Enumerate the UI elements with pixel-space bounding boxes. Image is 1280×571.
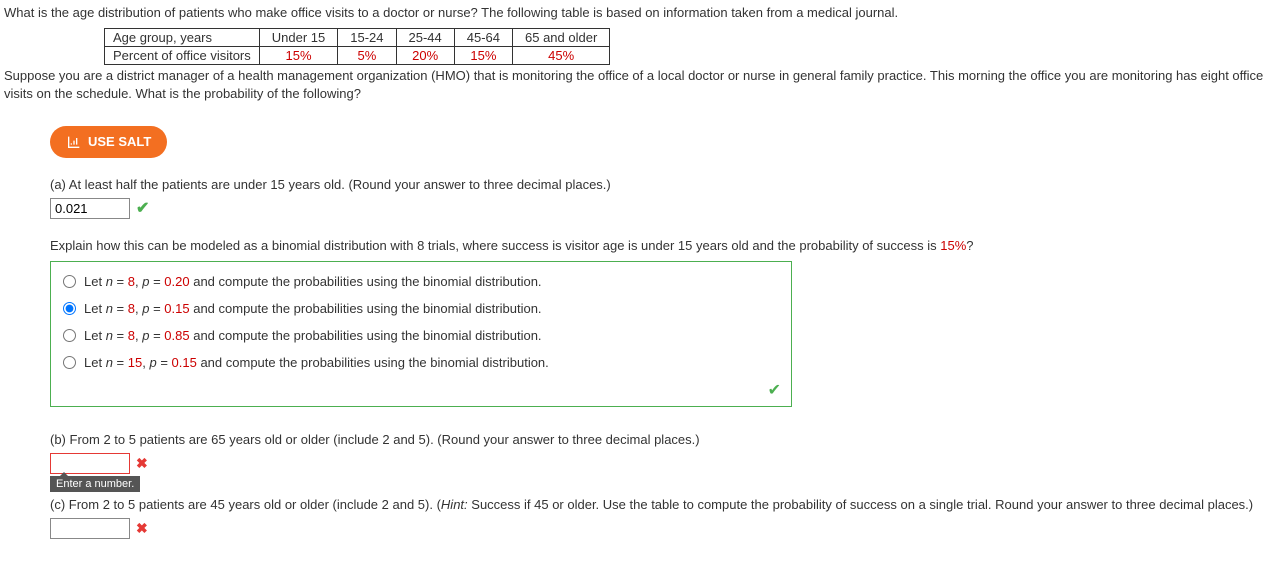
table-cell: 15% <box>454 47 512 65</box>
part-b-tooltip: Enter a number. <box>50 476 140 492</box>
option-text: Let n = 8, p = 0.85 and compute the prob… <box>84 328 542 343</box>
table-cell: 45% <box>513 47 610 65</box>
table-cell: 25-44 <box>396 29 454 47</box>
part-c-input[interactable] <box>50 518 130 539</box>
intro-text-1: What is the age distribution of patients… <box>4 4 1276 22</box>
multiple-choice-box: Let n = 8, p = 0.20 and compute the prob… <box>50 261 792 407</box>
part-c-question: (c) From 2 to 5 patients are 45 years ol… <box>50 496 1276 514</box>
age-distribution-table: Age group, years Under 15 15-24 25-44 45… <box>104 28 610 65</box>
part-b-answer-row: ✖ <box>50 453 1276 474</box>
row-header: Percent of office visitors <box>105 47 260 65</box>
table-cell: 5% <box>338 47 396 65</box>
option-text: Let n = 8, p = 0.20 and compute the prob… <box>84 274 542 289</box>
explain-suffix: ? <box>966 238 973 253</box>
explain-pct: 15% <box>940 238 966 253</box>
chart-icon <box>66 134 82 150</box>
mc-option-1[interactable]: Let n = 8, p = 0.20 and compute the prob… <box>51 268 791 295</box>
table-row: Percent of office visitors 15% 5% 20% 15… <box>105 47 610 65</box>
mc-option-2[interactable]: Let n = 8, p = 0.15 and compute the prob… <box>51 295 791 322</box>
explain-question: Explain how this can be modeled as a bin… <box>50 237 1276 255</box>
x-icon: ✖ <box>136 520 148 537</box>
radio-3[interactable] <box>63 329 76 342</box>
mc-option-3[interactable]: Let n = 8, p = 0.85 and compute the prob… <box>51 322 791 349</box>
explain-prefix: Explain how this can be modeled as a bin… <box>50 238 940 253</box>
intro-text-2: Suppose you are a district manager of a … <box>4 67 1276 103</box>
radio-1[interactable] <box>63 275 76 288</box>
check-icon: ✔ <box>136 198 149 218</box>
mc-check-icon: ✔ <box>51 376 791 400</box>
table-cell: 20% <box>396 47 454 65</box>
x-icon: ✖ <box>136 455 148 472</box>
part-a-answer-row: ✔ <box>50 198 1276 219</box>
option-text: Let n = 15, p = 0.15 and compute the pro… <box>84 355 549 370</box>
table-cell: 15-24 <box>338 29 396 47</box>
row-header: Age group, years <box>105 29 260 47</box>
table-cell: 65 and older <box>513 29 610 47</box>
table-row: Age group, years Under 15 15-24 25-44 45… <box>105 29 610 47</box>
part-a-input[interactable] <box>50 198 130 219</box>
radio-4[interactable] <box>63 356 76 369</box>
option-text: Let n = 8, p = 0.15 and compute the prob… <box>84 301 542 316</box>
table-cell: Under 15 <box>259 29 337 47</box>
table-cell: 45-64 <box>454 29 512 47</box>
part-b-question: (b) From 2 to 5 patients are 65 years ol… <box>50 431 1276 449</box>
mc-option-4[interactable]: Let n = 15, p = 0.15 and compute the pro… <box>51 349 791 376</box>
table-cell: 15% <box>259 47 337 65</box>
part-a: (a) At least half the patients are under… <box>50 176 1276 219</box>
part-a-question: (a) At least half the patients are under… <box>50 176 1276 194</box>
radio-2[interactable] <box>63 302 76 315</box>
part-c-answer-row: ✖ <box>50 518 1276 539</box>
part-b-input[interactable] <box>50 453 130 474</box>
use-salt-label: USE SALT <box>88 134 151 149</box>
use-salt-button[interactable]: USE SALT <box>50 126 167 158</box>
